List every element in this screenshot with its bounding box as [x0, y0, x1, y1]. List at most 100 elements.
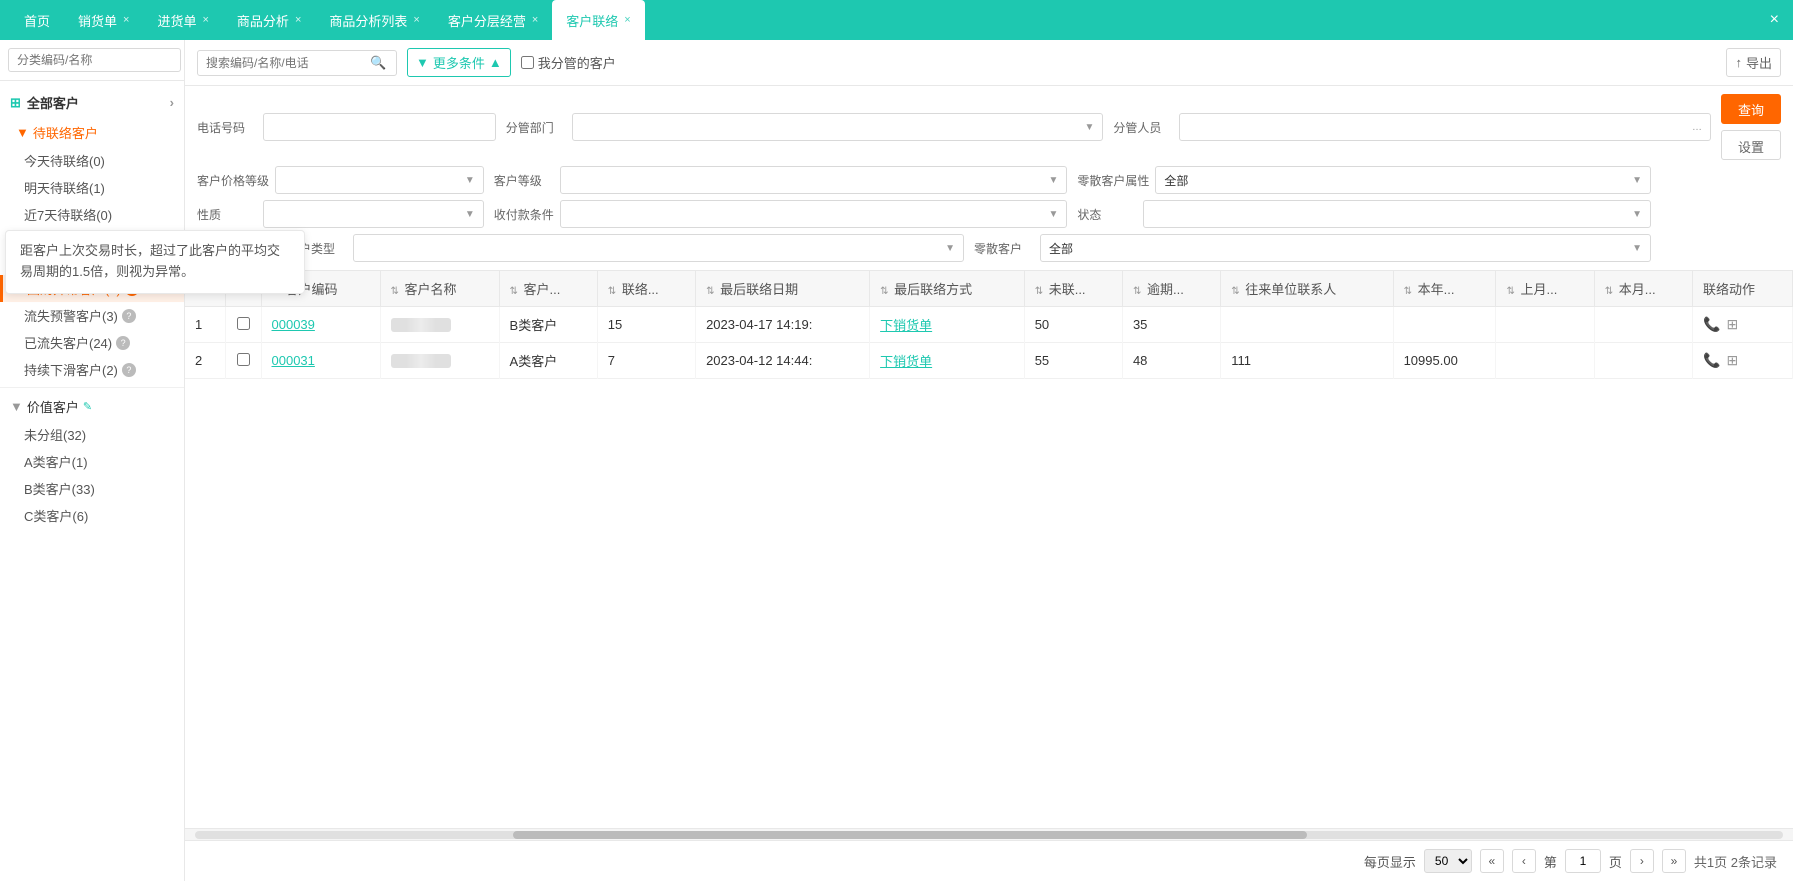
export-button[interactable]: ↑ 导出	[1726, 48, 1781, 77]
retail-customer-select[interactable]: 全部 ▼	[1040, 234, 1651, 262]
last-page-button[interactable]: »	[1662, 849, 1686, 873]
phone-input[interactable]	[263, 113, 496, 141]
sidebar-lost-warning[interactable]: 流失预警客户(3) ?	[0, 302, 184, 329]
type-column-header: ⇅ 客户...	[499, 271, 597, 307]
page-number-input[interactable]	[1565, 849, 1601, 873]
nav-customer-contact[interactable]: 客户联络 ×	[552, 0, 644, 40]
status-select[interactable]: ▼	[1143, 200, 1651, 228]
row2-checkbox[interactable]	[225, 343, 261, 379]
sidebar-lost-customers[interactable]: 已流失客户(24) ?	[0, 329, 184, 356]
row1-actions: 📞 ⊞	[1693, 307, 1793, 343]
row2-call-icon[interactable]: 📞	[1703, 352, 1720, 369]
my-customers-checkbox[interactable]	[521, 56, 534, 69]
nav-sales-order[interactable]: 销货单 ×	[64, 0, 143, 40]
row1-code[interactable]: 000039	[261, 307, 380, 343]
row1-checkbox[interactable]	[225, 307, 261, 343]
customer-type-select[interactable]: ▼	[353, 234, 964, 262]
nav-sales-order-close[interactable]: ×	[123, 14, 129, 26]
more-conditions-button[interactable]: ▼ 更多条件 ▲	[407, 48, 511, 77]
row2-actions: 📞 ⊞	[1693, 343, 1793, 379]
row2-index: 2	[185, 343, 225, 379]
toolbar-search-icon[interactable]: 🔍	[370, 55, 386, 71]
setting-button[interactable]: 设置	[1721, 130, 1781, 160]
nav-product-analysis[interactable]: 商品分析 ×	[223, 0, 315, 40]
row1-grid-icon[interactable]: ⊞	[1726, 316, 1738, 333]
query-button[interactable]: 查询	[1721, 94, 1781, 124]
nav-purchase-order-close[interactable]: ×	[202, 14, 208, 26]
sidebar-search-input[interactable]	[8, 48, 181, 72]
sidebar-b-customers[interactable]: B类客户(33)	[0, 475, 184, 502]
row2-last-month	[1496, 343, 1594, 379]
toolbar: 🔍 ▼ 更多条件 ▲ 我分管的客户 ↑ 导出	[185, 40, 1793, 86]
dept-select[interactable]: ▼	[572, 113, 1104, 141]
row1-call-icon[interactable]: 📞	[1703, 316, 1720, 333]
prev-page-button[interactable]: ‹	[1512, 849, 1536, 873]
all-customers-title[interactable]: ⊞ 全部客户 ›	[0, 87, 184, 118]
this-year-column-header: ⇅ 本年...	[1393, 271, 1496, 307]
sidebar-search-area: 🔍	[0, 40, 184, 81]
sort-icon-2: ⇅	[391, 286, 399, 297]
nav-product-analysis-list-close[interactable]: ×	[413, 14, 419, 26]
sidebar-divider	[0, 387, 184, 388]
lost-help-icon[interactable]: ?	[116, 336, 130, 350]
sidebar-a-customers[interactable]: A类客户(1)	[0, 448, 184, 475]
valuation-edit-icon[interactable]: ✎	[83, 400, 92, 413]
nav-product-analysis-close[interactable]: ×	[295, 14, 301, 26]
row1-last-method[interactable]: 下销货单	[870, 307, 1025, 343]
person-select[interactable]: …	[1179, 113, 1711, 141]
sidebar-today-pending[interactable]: 今天待联络(0)	[0, 147, 184, 174]
sidebar-c-customers[interactable]: C类客户(6)	[0, 502, 184, 529]
horizontal-scrollbar[interactable]	[185, 828, 1793, 840]
nav-customer-segmentation[interactable]: 客户分层经营 ×	[434, 0, 552, 40]
row2-grid-icon[interactable]: ⊞	[1726, 352, 1738, 369]
dept-chevron-icon: ▼	[1084, 122, 1094, 133]
nav-home[interactable]: 首页	[10, 0, 64, 40]
row2-contact: 7	[597, 343, 695, 379]
name-column-header: ⇅ 客户名称	[380, 271, 499, 307]
table-area: ⚙ ⇅ 客户编码 ⇅ 客户名称	[185, 271, 1793, 881]
customer-level-select[interactable]: ▼	[560, 166, 1068, 194]
scroll-thumb[interactable]	[513, 831, 1307, 839]
filter-status: 状态 ▼	[1077, 200, 1651, 228]
sidebar-tomorrow-pending[interactable]: 明天待联络(1)	[0, 174, 184, 201]
sidebar-collapse-icon[interactable]: ›	[170, 95, 174, 110]
price-level-select[interactable]: ▼	[275, 166, 484, 194]
row2-this-month	[1594, 343, 1692, 379]
my-customers-filter[interactable]: 我分管的客户	[521, 53, 616, 72]
overdue-column-header: ⇅ 逾期...	[1122, 271, 1220, 307]
nav-purchase-order[interactable]: 进货单 ×	[143, 0, 222, 40]
gender-select[interactable]: ▼	[263, 200, 484, 228]
row2-code[interactable]: 000031	[261, 343, 380, 379]
lost-pre-help-icon[interactable]: ?	[122, 309, 136, 323]
table-wrapper[interactable]: ⚙ ⇅ 客户编码 ⇅ 客户名称	[185, 271, 1793, 828]
sidebar-declining-customers[interactable]: 持续下滑客户(2) ?	[0, 356, 184, 383]
sidebar-7day-pending[interactable]: 近7天待联络(0)	[0, 201, 184, 228]
next-page-button[interactable]: ›	[1630, 849, 1654, 873]
sort-icon-8: ⇅	[1133, 286, 1141, 297]
sidebar-ungrouped[interactable]: 未分组(32)	[0, 421, 184, 448]
row2-select-checkbox[interactable]	[237, 353, 250, 366]
row1-type: B类客户	[499, 307, 597, 343]
customer-table: ⚙ ⇅ 客户编码 ⇅ 客户名称	[185, 271, 1793, 379]
pending-contact-group[interactable]: ▼ 待联络客户	[0, 118, 184, 147]
toolbar-search-input[interactable]	[206, 56, 366, 70]
page-size-select[interactable]: 50	[1424, 849, 1472, 873]
first-page-button[interactable]: «	[1480, 849, 1504, 873]
sidebar: 🔍 ⊞ 全部客户 › ▼ 待联络客户 今天待联络(0) 明天待联络(1) 近7天…	[0, 40, 185, 881]
last-date-column-header: ⇅ 最后联络日期	[696, 271, 870, 307]
declining-help-icon[interactable]: ?	[122, 363, 136, 377]
valuation-group[interactable]: ▼ 价值客户 ✎	[0, 392, 184, 421]
row1-select-checkbox[interactable]	[237, 317, 250, 330]
main-layout: 🔍 ⊞ 全部客户 › ▼ 待联络客户 今天待联络(0) 明天待联络(1) 近7天…	[0, 40, 1793, 881]
close-all-button[interactable]: ×	[1766, 7, 1783, 33]
valuation-triangle-icon: ▼	[10, 399, 23, 414]
sort-icon-11: ⇅	[1506, 286, 1514, 297]
row2-company-contact: 111	[1221, 343, 1393, 379]
row2-last-method[interactable]: 下销货单	[870, 343, 1025, 379]
nav-product-analysis-list[interactable]: 商品分析列表 ×	[315, 0, 433, 40]
nav-customer-contact-close[interactable]: ×	[624, 14, 630, 26]
nav-customer-segmentation-close[interactable]: ×	[532, 14, 538, 26]
row1-overdue: 35	[1122, 307, 1220, 343]
retail-attr-select[interactable]: 全部 ▼	[1155, 166, 1651, 194]
payment-select[interactable]: ▼	[560, 200, 1068, 228]
